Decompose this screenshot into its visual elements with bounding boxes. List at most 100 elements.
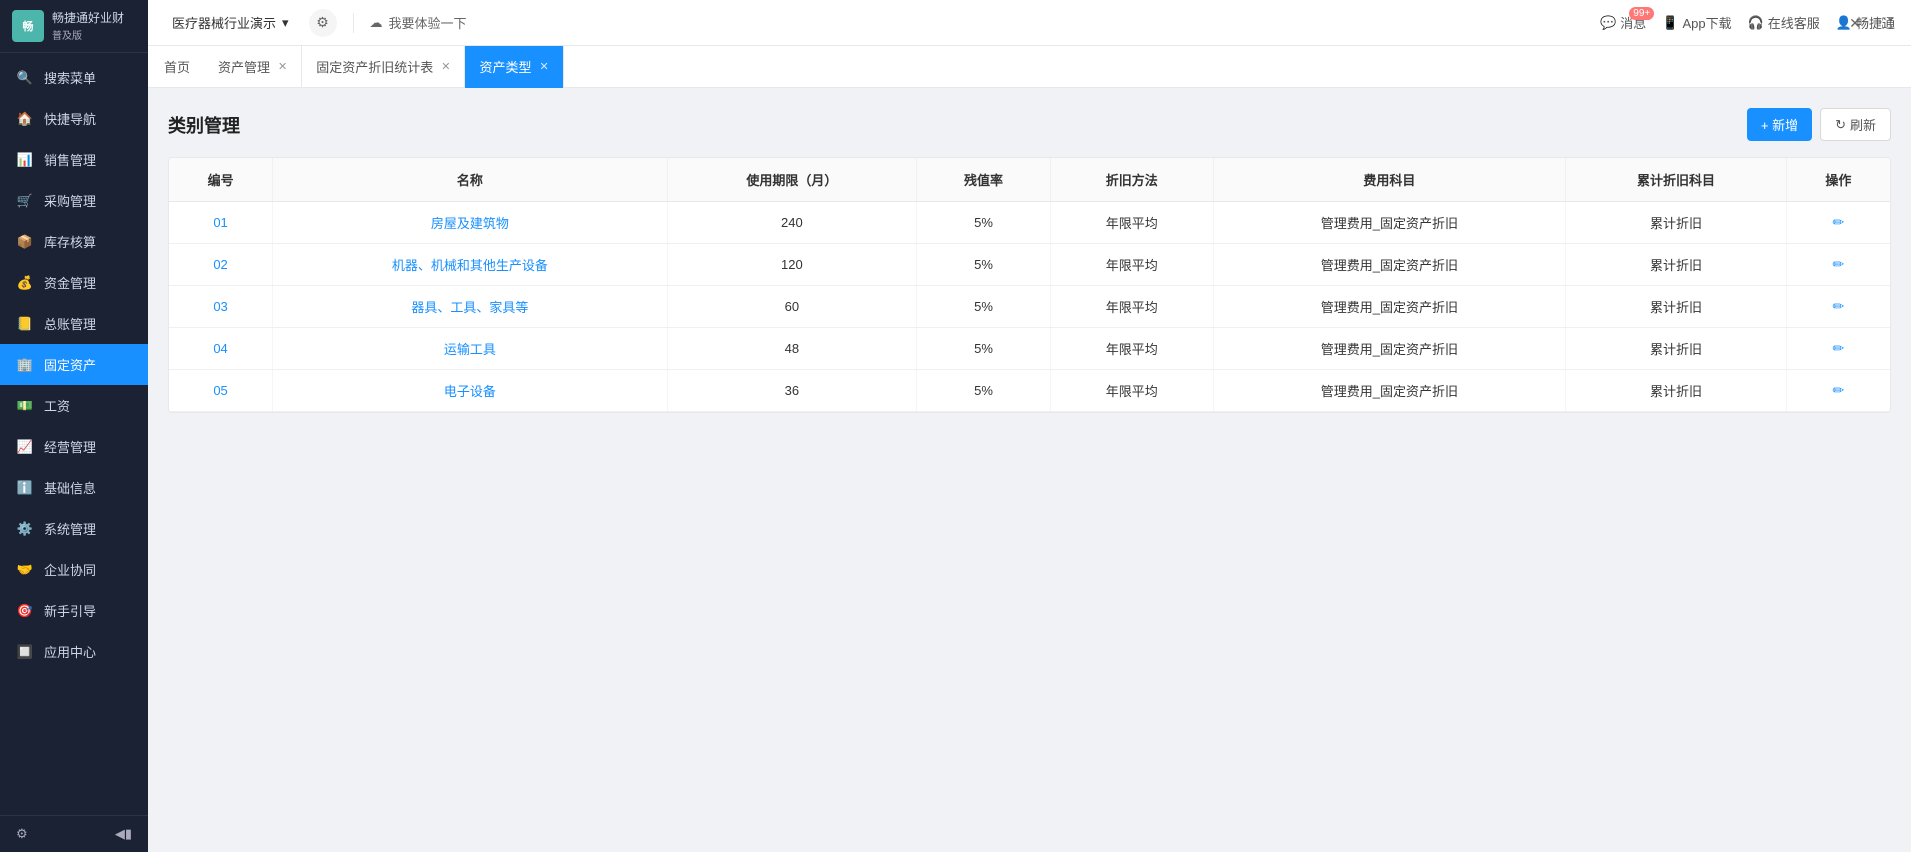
sidebar-item-guide[interactable]: 🎯 新手引导 bbox=[0, 590, 148, 631]
table-cell: 管理费用_固定资产折旧 bbox=[1213, 202, 1566, 244]
table-cell[interactable]: 电子设备 bbox=[273, 370, 667, 412]
refresh-icon: ↻ bbox=[1835, 117, 1846, 133]
edit-icon[interactable]: ✏ bbox=[1833, 214, 1845, 230]
sidebar-label-enterprise: 企业协同 bbox=[44, 560, 96, 579]
sidebar-item-funds[interactable]: 💰 资金管理 bbox=[0, 262, 148, 303]
new-button[interactable]: + 新增 bbox=[1747, 108, 1812, 141]
sidebar-label-funds: 资金管理 bbox=[44, 273, 96, 292]
sidebar-item-enterprise[interactable]: 🤝 企业协同 bbox=[0, 549, 148, 590]
table-cell-action[interactable]: ✏ bbox=[1786, 286, 1890, 328]
col-header: 操作 bbox=[1786, 158, 1890, 202]
tab-home[interactable]: 首页 bbox=[164, 46, 204, 88]
table-cell[interactable]: 03 bbox=[169, 286, 273, 328]
edit-icon[interactable]: ✏ bbox=[1833, 382, 1845, 398]
sidebar-item-operations[interactable]: 📈 经营管理 bbox=[0, 426, 148, 467]
table-cell: 240 bbox=[667, 202, 917, 244]
sidebar-nav: 🔍 搜索菜单🏠 快捷导航📊 销售管理🛒 采购管理📦 库存核算💰 资金管理📒 总账… bbox=[0, 53, 148, 815]
table-cell: 管理费用_固定资产折旧 bbox=[1213, 328, 1566, 370]
sidebar-item-basic_info[interactable]: ℹ️ 基础信息 bbox=[0, 467, 148, 508]
table-cell: 年限平均 bbox=[1050, 370, 1213, 412]
table-cell[interactable]: 器具、工具、家具等 bbox=[273, 286, 667, 328]
tab-label-asset_mgmt: 资产管理 bbox=[218, 57, 270, 76]
table-cell: 累计折旧 bbox=[1566, 286, 1787, 328]
logo-text-block: 畅捷通好业财 普及版 bbox=[52, 10, 124, 42]
main-area: 医疗器械行业演示 ▾ ⚙ ☁ 我要体验一下 💬 消息 99+ 📱 App下载 🎧… bbox=[148, 0, 1911, 852]
sidebar-item-ledger[interactable]: 📒 总账管理 bbox=[0, 303, 148, 344]
table-cell: 5% bbox=[917, 286, 1051, 328]
sidebar-item-fixed_assets[interactable]: 🏢 固定资产 bbox=[0, 344, 148, 385]
sidebar-item-payroll[interactable]: 💵 工资 bbox=[0, 385, 148, 426]
tab-close-asset_mgmt[interactable]: ✕ bbox=[278, 60, 287, 73]
sidebar-item-system[interactable]: ⚙️ 系统管理 bbox=[0, 508, 148, 549]
table-cell: 累计折旧 bbox=[1566, 202, 1787, 244]
project-selector[interactable]: 医疗器械行业演示 ▾ bbox=[164, 9, 297, 36]
table-cell[interactable]: 04 bbox=[169, 328, 273, 370]
sidebar-item-sales[interactable]: 📊 销售管理 bbox=[0, 139, 148, 180]
sidebar-item-inventory[interactable]: 📦 库存核算 bbox=[0, 221, 148, 262]
tab-asset_mgmt[interactable]: 资产管理 ✕ bbox=[204, 46, 302, 88]
sidebar-label-purchase: 采购管理 bbox=[44, 191, 96, 210]
sidebar-label-quick_nav: 快捷导航 bbox=[44, 109, 96, 128]
edit-icon[interactable]: ✏ bbox=[1833, 340, 1845, 356]
app-download-button[interactable]: 📱 App下载 bbox=[1662, 13, 1731, 32]
project-settings-button[interactable]: ⚙ bbox=[309, 9, 337, 37]
table-cell-action[interactable]: ✏ bbox=[1786, 328, 1890, 370]
refresh-label: 刷新 bbox=[1850, 115, 1876, 134]
topbar-divider bbox=[353, 13, 354, 33]
table-cell[interactable]: 05 bbox=[169, 370, 273, 412]
table-header: 编号名称使用期限（月）残值率折旧方法费用科目累计折旧科目操作 bbox=[169, 158, 1890, 202]
tab-close-depreciation[interactable]: ✕ bbox=[441, 60, 450, 73]
edit-icon[interactable]: ✏ bbox=[1833, 256, 1845, 272]
sidebar-item-quick_nav[interactable]: 🏠 快捷导航 bbox=[0, 98, 148, 139]
tab-label-depreciation: 固定资产折旧统计表 bbox=[316, 57, 433, 76]
tab-close-asset_type[interactable]: ✕ bbox=[540, 60, 549, 73]
table-cell: 管理费用_固定资产折旧 bbox=[1213, 244, 1566, 286]
message-button[interactable]: 💬 消息 99+ bbox=[1600, 13, 1646, 32]
table-cell: 5% bbox=[917, 244, 1051, 286]
data-table-wrap: 编号名称使用期限（月）残值率折旧方法费用科目累计折旧科目操作 01房屋及建筑物2… bbox=[168, 157, 1891, 413]
tab-depreciation[interactable]: 固定资产折旧统计表 ✕ bbox=[302, 46, 465, 88]
headset-icon: 🎧 bbox=[1748, 15, 1764, 31]
sidebar-item-purchase[interactable]: 🛒 采购管理 bbox=[0, 180, 148, 221]
table-cell-action[interactable]: ✏ bbox=[1786, 202, 1890, 244]
table-cell: 累计折旧 bbox=[1566, 244, 1787, 286]
table-cell-action[interactable]: ✏ bbox=[1786, 244, 1890, 286]
sidebar-item-search[interactable]: 🔍 搜索菜单 bbox=[0, 57, 148, 98]
table-cell[interactable]: 01 bbox=[169, 202, 273, 244]
table-cell: 累计折旧 bbox=[1566, 328, 1787, 370]
edit-icon[interactable]: ✏ bbox=[1833, 298, 1845, 314]
sidebar-label-sales: 销售管理 bbox=[44, 150, 96, 169]
app-download-label: App下载 bbox=[1682, 13, 1731, 32]
col-header: 名称 bbox=[273, 158, 667, 202]
tab-asset_type[interactable]: 资产类型✕ bbox=[465, 46, 563, 88]
customer-service-button[interactable]: 🎧 在线客服 bbox=[1748, 13, 1820, 32]
expand-window-button[interactable]: ⛶ bbox=[1871, 7, 1903, 39]
table-cell-action[interactable]: ✏ bbox=[1786, 370, 1890, 412]
sidebar-label-inventory: 库存核算 bbox=[44, 232, 96, 251]
table-cell[interactable]: 运输工具 bbox=[273, 328, 667, 370]
logo-icon: 畅 bbox=[12, 10, 44, 42]
tabbar: 首页资产管理✕固定资产折旧统计表✕资产类型✕ bbox=[148, 46, 1911, 88]
fixed_assets-icon: 🏢 bbox=[16, 356, 34, 374]
table-row: 04运输工具485%年限平均管理费用_固定资产折旧累计折旧✏ bbox=[169, 328, 1890, 370]
sidebar-label-fixed_assets: 固定资产 bbox=[44, 355, 96, 374]
table-cell[interactable]: 房屋及建筑物 bbox=[273, 202, 667, 244]
sidebar-item-app_center[interactable]: 🔲 应用中心 bbox=[0, 631, 148, 672]
table-header-row: 编号名称使用期限（月）残值率折旧方法费用科目累计折旧科目操作 bbox=[169, 158, 1890, 202]
refresh-button[interactable]: ↻ 刷新 bbox=[1820, 108, 1891, 141]
topbar: 医疗器械行业演示 ▾ ⚙ ☁ 我要体验一下 💬 消息 99+ 📱 App下载 🎧… bbox=[148, 0, 1911, 46]
project-name: 医疗器械行业演示 bbox=[172, 13, 276, 32]
collapse-icon[interactable]: ◀▮ bbox=[115, 826, 132, 842]
settings-icon[interactable]: ⚙ bbox=[16, 826, 28, 842]
experience-button[interactable]: ☁ 我要体验一下 bbox=[370, 13, 467, 32]
table-cell[interactable]: 02 bbox=[169, 244, 273, 286]
sidebar-label-system: 系统管理 bbox=[44, 519, 96, 538]
sidebar-label-search: 搜索菜单 bbox=[44, 68, 96, 87]
page-actions: + 新增 ↻ 刷新 bbox=[1747, 108, 1891, 141]
close-window-button[interactable]: ✕ bbox=[1839, 7, 1871, 39]
table-cell: 年限平均 bbox=[1050, 328, 1213, 370]
sidebar-label-payroll: 工资 bbox=[44, 396, 70, 415]
sidebar-label-operations: 经营管理 bbox=[44, 437, 96, 456]
payroll-icon: 💵 bbox=[16, 397, 34, 415]
table-cell[interactable]: 机器、机械和其他生产设备 bbox=[273, 244, 667, 286]
